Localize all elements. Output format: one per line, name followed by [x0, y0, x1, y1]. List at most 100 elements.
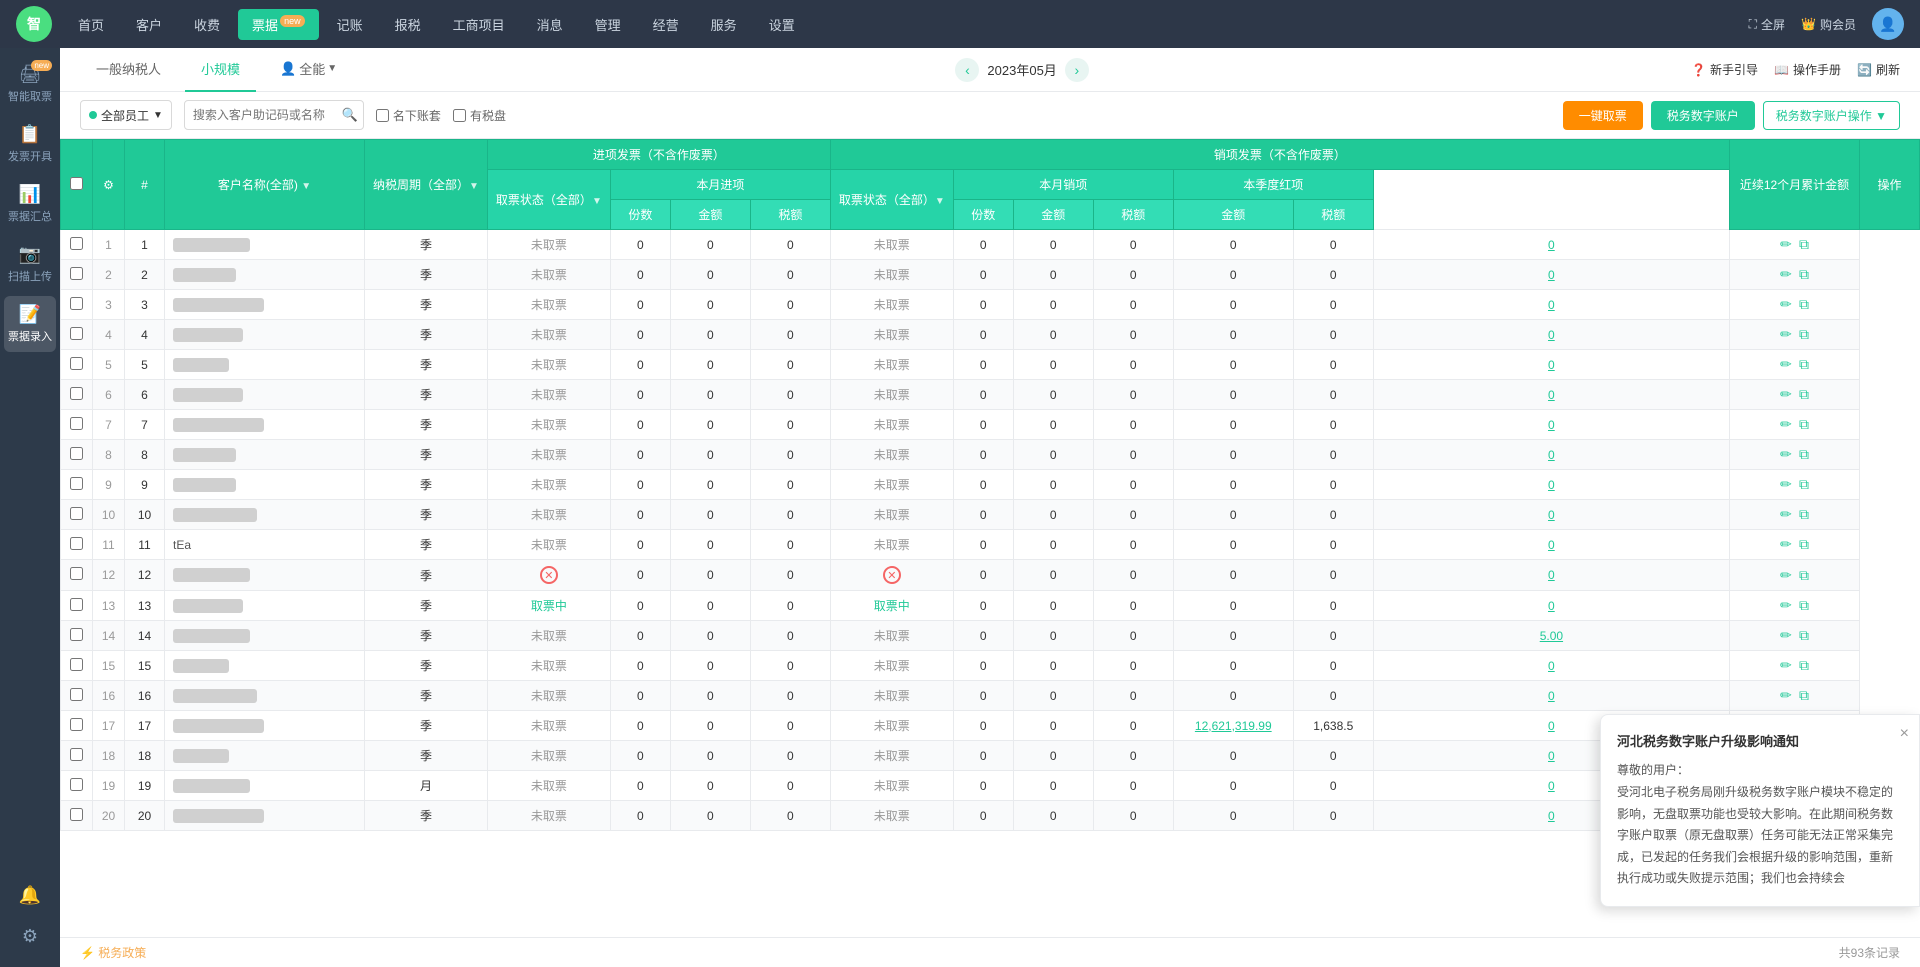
nav-item-xiaoxi[interactable]: 消息 [523, 9, 577, 40]
sidebar-item-settings[interactable]: ⚙ [4, 918, 56, 955]
yijian-btn[interactable]: 一键取票 [1563, 101, 1643, 130]
row-checkbox[interactable] [70, 507, 83, 520]
edit-icon[interactable]: ✏ [1780, 386, 1792, 402]
nav-item-piaoju[interactable]: 票据new [238, 9, 319, 40]
vip-btn[interactable]: 👑 购会员 [1801, 16, 1856, 33]
row-checkbox-cell[interactable] [61, 260, 93, 290]
cumulative-value[interactable]: 0 [1548, 388, 1555, 402]
th-name[interactable]: 客户名称(全部) ▼ [165, 140, 365, 230]
cumulative-value[interactable]: 0 [1548, 568, 1555, 582]
cumulative-value[interactable]: 0 [1548, 238, 1555, 252]
copy-icon[interactable]: ⧉ [1799, 356, 1809, 372]
guide-btn[interactable]: ❓ 新手引导 [1691, 61, 1758, 78]
nav-item-home[interactable]: 首页 [64, 9, 118, 40]
nav-item-guanli[interactable]: 管理 [581, 9, 635, 40]
cumulative-value[interactable]: 0 [1548, 599, 1555, 613]
edit-icon[interactable]: ✏ [1780, 446, 1792, 462]
checkbox-tax-input[interactable] [453, 109, 466, 122]
period-filter-icon[interactable]: ▼ [469, 181, 479, 192]
row-checkbox-cell[interactable] [61, 410, 93, 440]
manual-btn[interactable]: 📖 操作手册 [1774, 61, 1841, 78]
nav-item-jizhang[interactable]: 记账 [323, 9, 377, 40]
edit-icon[interactable]: ✏ [1780, 266, 1792, 282]
row-checkbox-cell[interactable] [61, 771, 93, 801]
sidebar-item-luru[interactable]: 📝 票据录入 [4, 296, 56, 352]
period-prev[interactable]: ‹ [955, 58, 979, 82]
row-checkbox-cell[interactable] [61, 591, 93, 621]
copy-icon[interactable]: ⧉ [1799, 597, 1809, 613]
cumulative-value[interactable]: 0 [1548, 478, 1555, 492]
row-checkbox[interactable] [70, 658, 83, 671]
cumulative-value[interactable]: 0 [1548, 749, 1555, 763]
select-all-checkbox[interactable] [70, 177, 83, 190]
cumulative-value[interactable]: 0 [1548, 508, 1555, 522]
copy-icon[interactable]: ⧉ [1799, 627, 1809, 643]
row-checkbox[interactable] [70, 237, 83, 250]
search-input[interactable] [184, 100, 364, 130]
shuiwu-btn[interactable]: 税务数字账户 [1651, 101, 1755, 130]
employee-filter[interactable]: 全部员工 ▼ [80, 100, 172, 130]
row-checkbox[interactable] [70, 628, 83, 641]
tab-quanneng[interactable]: 👤全能 ▼ [264, 48, 353, 92]
cumulative-value[interactable]: 0 [1548, 538, 1555, 552]
row-checkbox[interactable] [70, 447, 83, 460]
row-checkbox-cell[interactable] [61, 500, 93, 530]
copy-icon[interactable]: ⧉ [1799, 567, 1809, 583]
nav-item-fuwu[interactable]: 服务 [697, 9, 751, 40]
row-checkbox-cell[interactable] [61, 711, 93, 741]
sidebar-item-huizong[interactable]: 📊 票据汇总 [4, 176, 56, 232]
nav-item-kehu[interactable]: 客户 [122, 9, 176, 40]
row-checkbox[interactable] [70, 297, 83, 310]
copy-icon[interactable]: ⧉ [1799, 687, 1809, 703]
cumulative-value[interactable]: 5.00 [1540, 629, 1563, 643]
row-checkbox-cell[interactable] [61, 470, 93, 500]
cumulative-value[interactable]: 0 [1548, 809, 1555, 823]
cumulative-value[interactable]: 0 [1548, 418, 1555, 432]
cumulative-value[interactable]: 0 [1548, 689, 1555, 703]
copy-icon[interactable]: ⧉ [1799, 657, 1809, 673]
row-checkbox-cell[interactable] [61, 320, 93, 350]
notification-close[interactable]: × [1900, 725, 1909, 743]
copy-icon[interactable]: ⧉ [1799, 506, 1809, 522]
avatar[interactable]: 👤 [1872, 8, 1904, 40]
row-checkbox[interactable] [70, 718, 83, 731]
row-checkbox-cell[interactable] [61, 621, 93, 651]
th-jin-fetch[interactable]: 取票状态（全部）▼ [487, 170, 610, 230]
copy-icon[interactable]: ⧉ [1799, 236, 1809, 252]
th-settings[interactable]: ⚙ [93, 140, 125, 230]
row-checkbox[interactable] [70, 567, 83, 580]
row-checkbox-cell[interactable] [61, 230, 93, 260]
copy-icon[interactable]: ⧉ [1799, 266, 1809, 282]
caozuo-btn[interactable]: 税务数字账户操作 ▼ [1763, 101, 1900, 130]
edit-icon[interactable]: ✏ [1780, 416, 1792, 432]
checkbox-tax[interactable]: 有税盘 [453, 107, 506, 124]
row-checkbox[interactable] [70, 357, 83, 370]
copy-icon[interactable]: ⧉ [1799, 326, 1809, 342]
nav-item-jingying[interactable]: 经营 [639, 9, 693, 40]
copy-icon[interactable]: ⧉ [1799, 386, 1809, 402]
th-xiao-fetch[interactable]: 取票状态（全部）▼ [830, 170, 953, 230]
period-next[interactable]: › [1065, 58, 1089, 82]
row-checkbox[interactable] [70, 417, 83, 430]
nav-item-gongshang[interactable]: 工商项目 [439, 9, 519, 40]
edit-icon[interactable]: ✏ [1780, 506, 1792, 522]
name-filter-icon[interactable]: ▼ [301, 181, 311, 192]
row-checkbox-cell[interactable] [61, 530, 93, 560]
copy-icon[interactable]: ⧉ [1799, 446, 1809, 462]
nav-item-shezhi[interactable]: 设置 [755, 9, 809, 40]
cumulative-value[interactable]: 0 [1548, 268, 1555, 282]
edit-icon[interactable]: ✏ [1780, 567, 1792, 583]
row-checkbox[interactable] [70, 537, 83, 550]
edit-icon[interactable]: ✏ [1780, 476, 1792, 492]
row-checkbox-cell[interactable] [61, 741, 93, 771]
sidebar-item-kaiju[interactable]: 📋 发票开具 [4, 116, 56, 172]
search-icon[interactable]: 🔍 [342, 107, 358, 123]
edit-icon[interactable]: ✏ [1780, 536, 1792, 552]
cumulative-value[interactable]: 0 [1548, 779, 1555, 793]
row-checkbox[interactable] [70, 477, 83, 490]
jin-fetch-filter-icon[interactable]: ▼ [592, 196, 602, 207]
sidebar-item-saomiao[interactable]: 📷 扫描上传 [4, 236, 56, 292]
row-checkbox-cell[interactable] [61, 651, 93, 681]
row-checkbox[interactable] [70, 387, 83, 400]
tax-policy-link[interactable]: ⚡ 税务政策 [80, 944, 146, 961]
